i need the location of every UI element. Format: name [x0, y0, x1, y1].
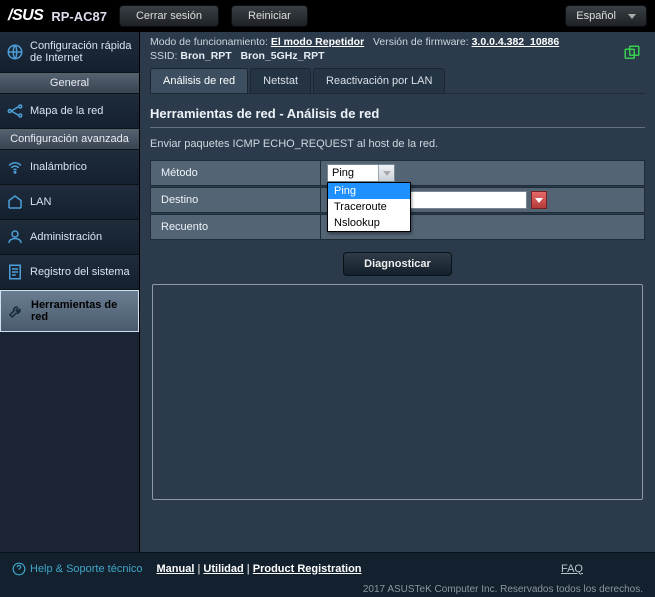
tabs: Análisis de red Netstat Reactivación por… — [150, 68, 645, 94]
sidebar-item-wireless[interactable]: Inalámbrico — [0, 150, 139, 185]
count-label: Recuento — [151, 215, 321, 239]
method-dropdown: Ping Traceroute Nslookup — [327, 182, 411, 232]
method-select[interactable]: Ping — [327, 164, 395, 182]
output-box — [152, 284, 643, 500]
help-icon — [12, 562, 26, 576]
mode-label: Modo de funcionamiento: — [150, 36, 268, 48]
admin-icon — [6, 228, 24, 246]
mode-line: Modo de funcionamiento: El modo Repetido… — [150, 36, 645, 48]
ssid-label: SSID: — [150, 50, 177, 62]
log-icon — [6, 263, 24, 281]
footer-links: Manual | Utilidad | Product Registration — [157, 563, 362, 575]
sidebar-item-label: Registro del sistema — [30, 266, 130, 278]
model-name: RP-AC87 — [51, 9, 107, 24]
faq-link[interactable]: FAQ — [561, 563, 583, 575]
sidebar: Configuración rápida de Internet General… — [0, 32, 140, 552]
language-label: Español — [576, 10, 616, 22]
logo: /SUS RP-AC87 — [8, 7, 107, 25]
sidebar-item-label: Configuración rápida de Internet — [30, 40, 133, 64]
sidebar-item-lan[interactable]: LAN — [0, 185, 139, 220]
firmware-value-link[interactable]: 3.0.0.4.382_10886 — [472, 36, 560, 48]
footer: Help & Soporte técnico Manual | Utilidad… — [0, 552, 655, 584]
sidebar-item-label: LAN — [30, 196, 51, 208]
help-label: Help & Soporte técnico — [30, 563, 143, 575]
chevron-down-icon — [628, 14, 636, 19]
lan-icon — [6, 193, 24, 211]
method-label: Método — [151, 161, 321, 185]
dropdown-option-nslookup[interactable]: Nslookup — [328, 215, 410, 231]
dropdown-option-ping[interactable]: Ping — [328, 183, 410, 199]
tab-netstat[interactable]: Netstat — [250, 68, 311, 93]
copyright: 2017 ASUSTeK Computer Inc. Reservados to… — [0, 584, 655, 597]
language-selector[interactable]: Español — [565, 5, 647, 27]
dest-label: Destino — [151, 188, 321, 212]
ssid-line: SSID: Bron_RPT Bron_5GHz_RPT — [150, 50, 645, 62]
network-map-icon — [6, 102, 24, 120]
multi-ssid-icon[interactable] — [623, 44, 641, 62]
ssid-5: Bron_5GHz_RPT — [240, 50, 324, 62]
dest-history-button[interactable] — [531, 191, 547, 209]
tools-icon — [7, 302, 25, 320]
divider — [150, 127, 645, 128]
diagnose-button[interactable]: Diagnosticar — [343, 252, 452, 276]
ssid-24: Bron_RPT — [180, 50, 231, 62]
sidebar-item-label: Inalámbrico — [30, 161, 87, 173]
sidebar-item-nettools[interactable]: Herramientas de red — [0, 290, 139, 332]
logout-button[interactable]: Cerrar sesión — [119, 5, 219, 27]
tab-analysis[interactable]: Análisis de red — [150, 68, 248, 93]
panel: Herramientas de red - Análisis de red En… — [150, 106, 645, 500]
sidebar-item-network-map[interactable]: Mapa de la red — [0, 94, 139, 129]
reboot-button[interactable]: Reiniciar — [231, 5, 308, 27]
sidebar-section-advanced: Configuración avanzada — [0, 129, 139, 150]
panel-title: Herramientas de red - Análisis de red — [150, 106, 645, 121]
method-value: Ping — [332, 167, 354, 179]
brand-logo: /SUS — [8, 7, 43, 25]
registration-link[interactable]: Product Registration — [253, 563, 362, 575]
tab-wol[interactable]: Reactivación por LAN — [313, 68, 445, 93]
manual-link[interactable]: Manual — [157, 563, 195, 575]
sidebar-item-syslog[interactable]: Registro del sistema — [0, 255, 139, 290]
panel-desc: Enviar paquetes ICMP ECHO_REQUEST al hos… — [150, 138, 645, 150]
globe-gear-icon — [6, 43, 24, 61]
dropdown-option-traceroute[interactable]: Traceroute — [328, 199, 410, 215]
utility-link[interactable]: Utilidad — [203, 563, 243, 575]
sidebar-section-general: General — [0, 73, 139, 94]
sidebar-item-admin[interactable]: Administración — [0, 220, 139, 255]
chevron-down-icon — [378, 165, 394, 181]
sidebar-item-quick-setup[interactable]: Configuración rápida de Internet — [0, 32, 139, 73]
sidebar-item-label: Mapa de la red — [30, 105, 103, 117]
wifi-icon — [6, 158, 24, 176]
help-link[interactable]: Help & Soporte técnico — [12, 562, 143, 576]
sidebar-item-label: Administración — [30, 231, 102, 243]
mode-value-link[interactable]: El modo Repetidor — [271, 36, 364, 48]
content-area: Modo de funcionamiento: El modo Repetido… — [140, 32, 655, 552]
header-bar: /SUS RP-AC87 Cerrar sesión Reiniciar Esp… — [0, 0, 655, 32]
row-method: Método Ping Ping Traceroute Nslookup — [150, 160, 645, 186]
chevron-down-icon — [535, 198, 543, 203]
sidebar-item-label: Herramientas de red — [31, 299, 132, 323]
firmware-label: Versión de firmware: — [373, 36, 469, 48]
